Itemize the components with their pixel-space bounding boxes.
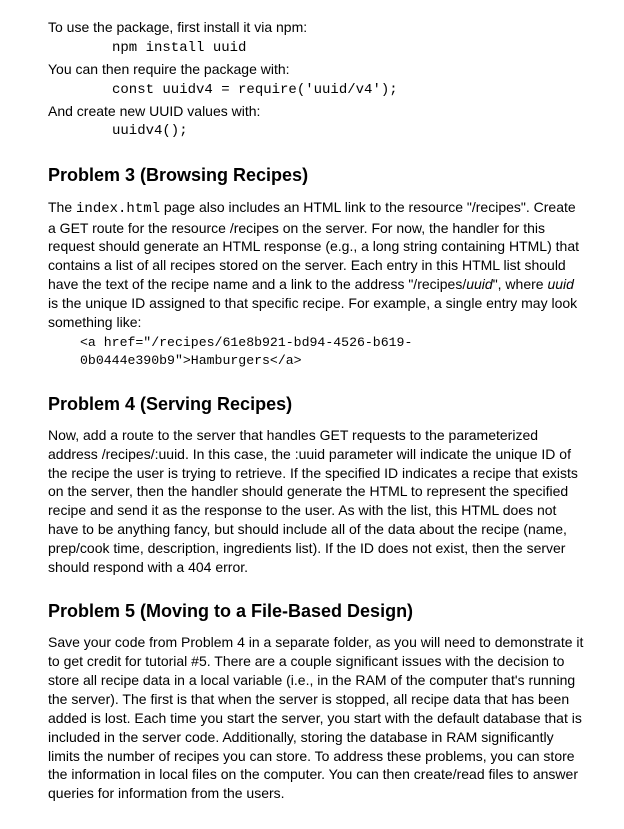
intro-line-3: And create new UUID values with: [48, 102, 584, 121]
intro-line-2: You can then require the package with: [48, 60, 584, 79]
problem-5-heading: Problem 5 (Moving to a File-Based Design… [48, 599, 584, 623]
p3-text-pre: The [48, 199, 76, 215]
p3-text-mid3: is the unique ID assigned to that specif… [48, 295, 577, 330]
intro-code-3: uuidv4(); [112, 122, 584, 141]
p3-italic-1: uuid [466, 276, 492, 292]
intro-code-2: const uuidv4 = require('uuid/v4'); [112, 81, 584, 100]
p3-italic-2: uuid [547, 276, 573, 292]
p3-text-mid2: ", where [493, 276, 548, 292]
p3-inline-code: index.html [76, 201, 160, 217]
problem-4-body: Now, add a route to the server that hand… [48, 426, 584, 577]
problem-3-heading: Problem 3 (Browsing Recipes) [48, 163, 584, 187]
intro-code-1: npm install uuid [112, 39, 584, 58]
intro-line-1: To use the package, first install it via… [48, 18, 584, 37]
problem-5-body: Save your code from Problem 4 in a separ… [48, 633, 584, 803]
problem-3-code-example: <a href="/recipes/61e8b921-bd94-4526-b61… [80, 334, 584, 370]
problem-4-heading: Problem 4 (Serving Recipes) [48, 392, 584, 416]
problem-3-body: The index.html page also includes an HTM… [48, 198, 584, 332]
